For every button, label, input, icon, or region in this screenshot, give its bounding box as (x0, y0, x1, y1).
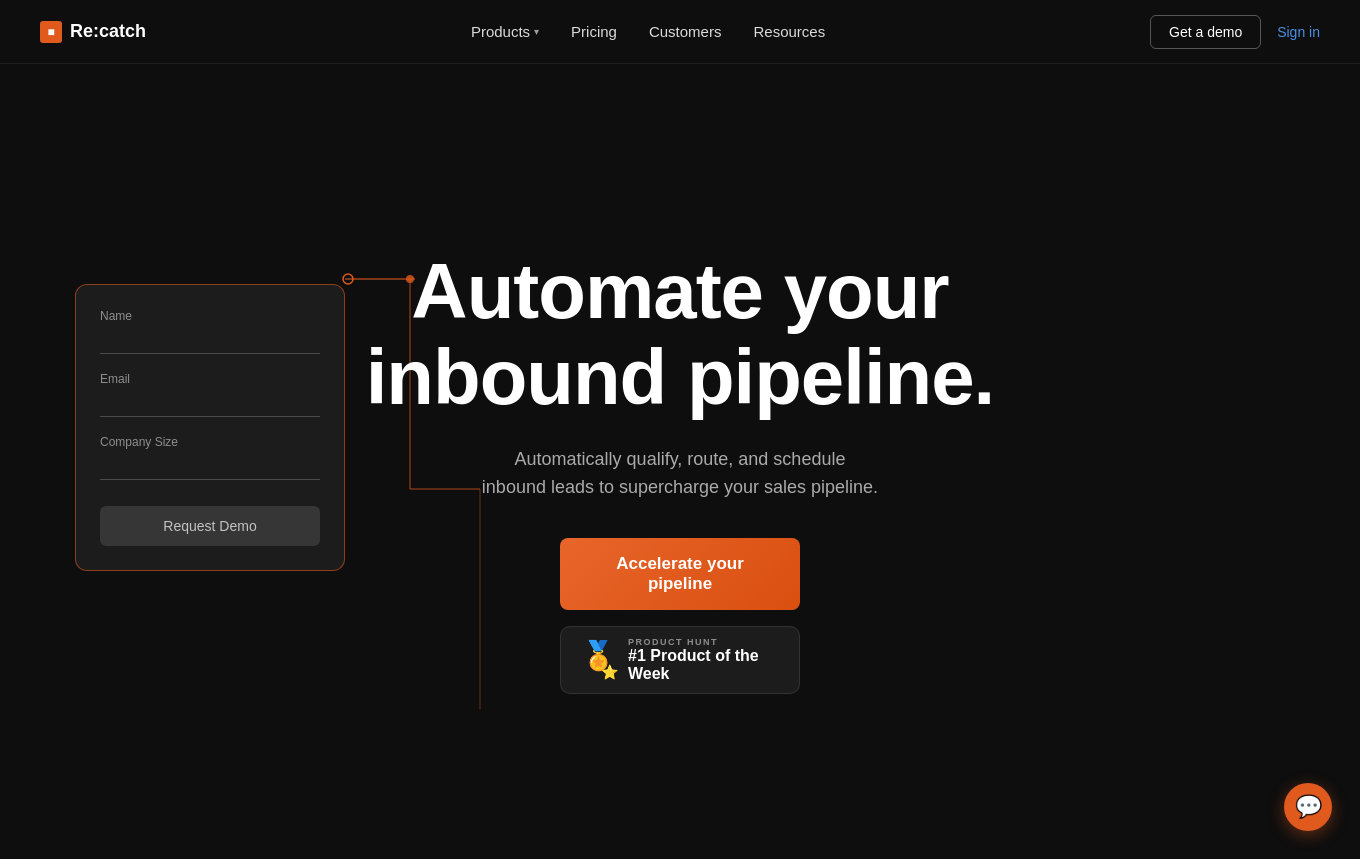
logo-text: Re:catch (70, 21, 146, 42)
chat-icon: 💬 (1295, 794, 1322, 820)
hero-title: Automate your inbound pipeline. (366, 249, 995, 421)
email-input[interactable] (100, 392, 320, 417)
nav-actions: Get a demo Sign in (1150, 15, 1320, 49)
logo-icon: ■ (40, 21, 62, 43)
demo-form-card: Name Email Company Size Request Demo (75, 284, 345, 571)
email-field: Email (100, 372, 320, 417)
nav-resources[interactable]: Resources (753, 23, 825, 40)
product-hunt-label: PRODUCT HUNT (628, 637, 779, 647)
get-demo-button[interactable]: Get a demo (1150, 15, 1261, 49)
sign-in-button[interactable]: Sign in (1277, 24, 1320, 40)
email-label: Email (100, 372, 320, 386)
nav-pricing[interactable]: Pricing (571, 23, 617, 40)
name-label: Name (100, 309, 320, 323)
name-input[interactable] (100, 329, 320, 354)
svg-point-1 (343, 274, 353, 284)
nav-links: Products ▾ Pricing Customers Resources (471, 23, 825, 40)
chat-button[interactable]: 💬 (1284, 783, 1332, 831)
company-size-input[interactable] (100, 455, 320, 480)
company-size-label: Company Size (100, 435, 320, 449)
hero-section: Name Email Company Size Request Demo Aut… (0, 64, 1360, 859)
star-icon: ⭐ (601, 664, 618, 680)
product-hunt-text: PRODUCT HUNT #1 Product of the Week (628, 637, 779, 683)
nav-products[interactable]: Products ▾ (471, 23, 539, 40)
product-hunt-icon: 🏅 ⭐ (581, 642, 616, 678)
product-hunt-badge: 🏅 ⭐ PRODUCT HUNT #1 Product of the Week (560, 626, 800, 694)
name-field: Name (100, 309, 320, 354)
navbar: ■ Re:catch Products ▾ Pricing Customers … (0, 0, 1360, 64)
logo[interactable]: ■ Re:catch (40, 21, 146, 43)
company-size-field: Company Size (100, 435, 320, 480)
nav-customers[interactable]: Customers (649, 23, 722, 40)
chevron-down-icon: ▾ (534, 26, 539, 37)
request-demo-button[interactable]: Request Demo (100, 506, 320, 546)
product-hunt-title: #1 Product of the Week (628, 647, 779, 683)
accelerate-pipeline-button[interactable]: Accelerate your pipeline (560, 538, 800, 610)
hero-subtitle: Automatically qualify, route, and schedu… (482, 445, 878, 503)
